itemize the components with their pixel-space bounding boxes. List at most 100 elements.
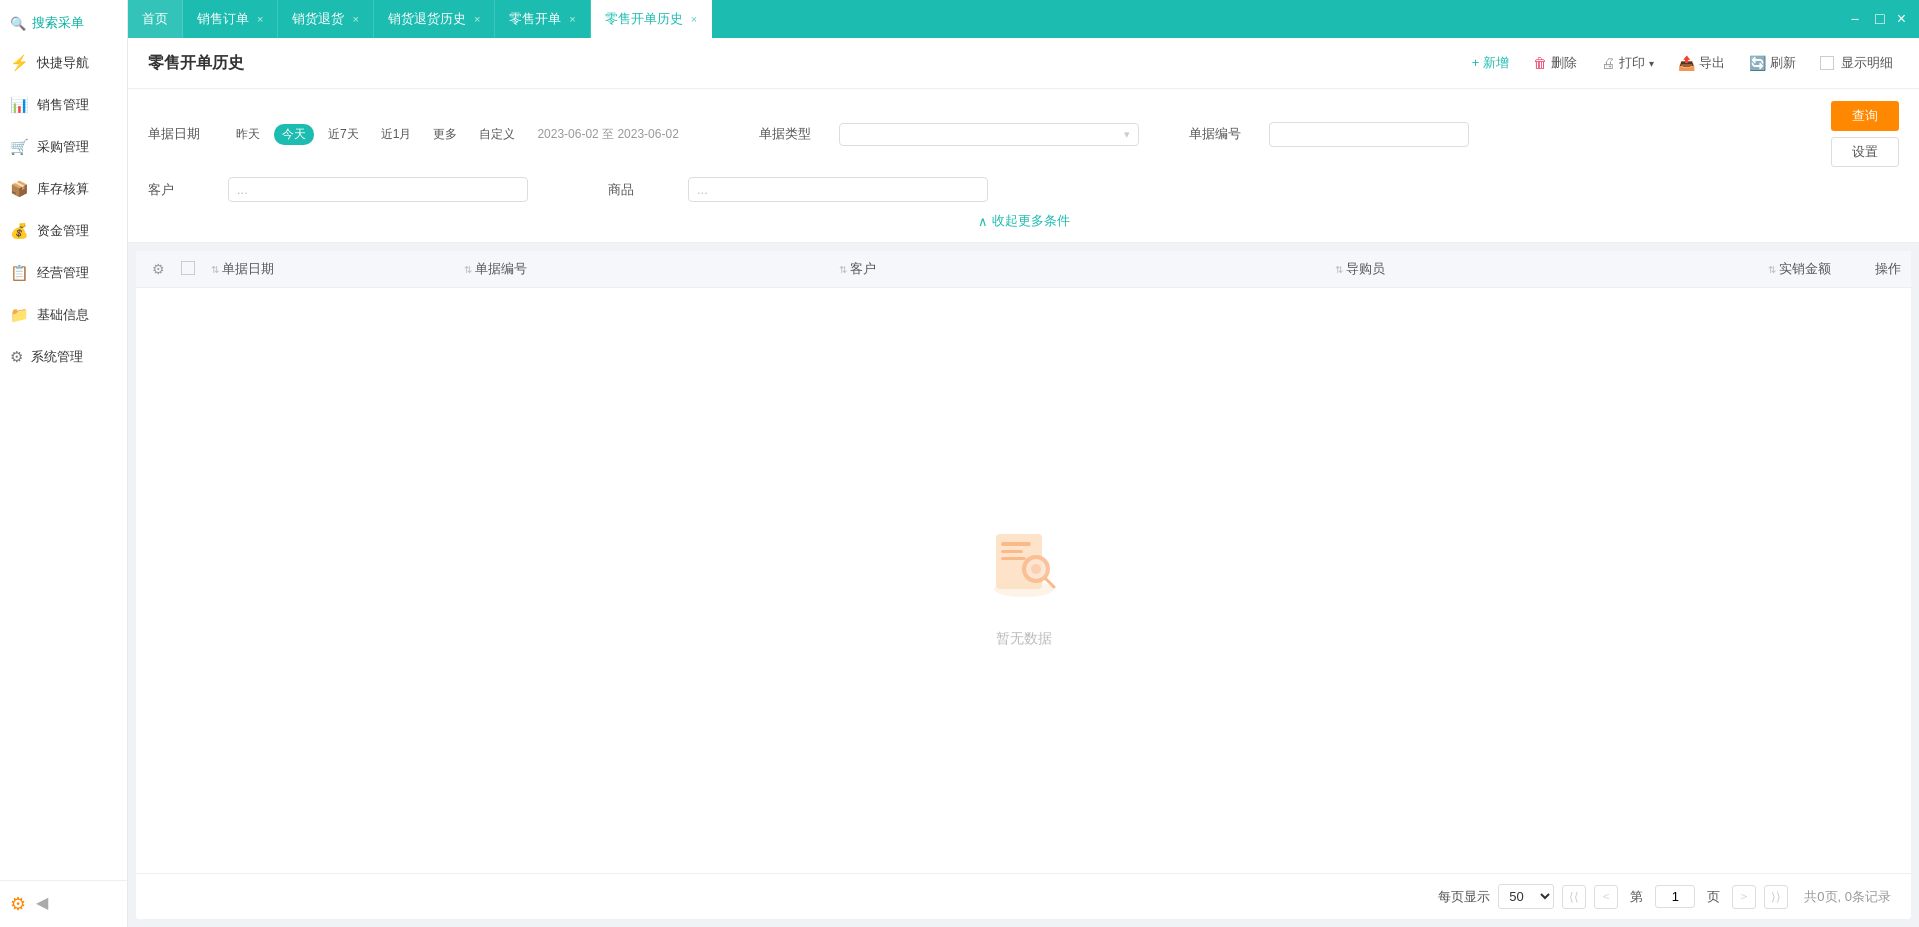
empty-text: 暂无数据 (996, 630, 1052, 648)
checkbox-icon (1820, 56, 1834, 70)
export-label: 导出 (1699, 54, 1725, 72)
order-type-label: 单据类型 (759, 125, 819, 143)
col-header-guide[interactable]: ⇅ 导购员 (1335, 260, 1578, 278)
last-page-button[interactable]: ⟩⟩ (1764, 885, 1788, 909)
page-size-select[interactable]: 50 100 200 (1498, 884, 1554, 909)
col-header-num[interactable]: ⇅ 单据编号 (464, 260, 829, 278)
print-icon: 🖨 (1601, 55, 1615, 71)
query-button[interactable]: 查询 (1831, 101, 1899, 131)
sidebar-item-inventory[interactable]: 📦 库存核算 (0, 168, 127, 210)
table-gear-button[interactable]: ⚙ (146, 259, 171, 279)
page-unit: 页 (1707, 888, 1720, 906)
col-header-date[interactable]: ⇅ 单据日期 (211, 260, 454, 278)
sidebar-item-quick-nav[interactable]: ⚡ 快捷导航 (0, 42, 127, 84)
main-area: 首页 销售订单 × 销货退货 × 销货退货历史 × 零售开单 × 零售开单历史 … (128, 0, 1919, 927)
tab-sales-return-history-close[interactable]: × (474, 13, 480, 25)
col-action-label: 操作 (1875, 260, 1901, 278)
print-label: 打印 (1619, 54, 1645, 72)
filter-area: 单据日期 昨天 今天 近7天 近1月 更多 自定义 2023-06-02 至 2… (128, 89, 1919, 243)
select-all-checkbox[interactable] (181, 261, 201, 278)
sidebar-item-sales[interactable]: 📊 销售管理 (0, 84, 127, 126)
tab-sales-order-close[interactable]: × (257, 13, 263, 25)
svg-rect-3 (1001, 550, 1023, 553)
goods-input[interactable]: ... (688, 177, 988, 202)
sidebar-search[interactable]: 🔍 搜索采单 (0, 0, 127, 42)
sidebar-settings-icon[interactable]: ⚙ (10, 893, 26, 915)
col-sort-icon: ⇅ (1768, 264, 1776, 275)
date-pill-yesterday[interactable]: 昨天 (228, 124, 268, 145)
finance-icon: 💰 (10, 222, 29, 240)
collapse-button[interactable]: ∧ 收起更多条件 (978, 212, 1070, 230)
delete-button[interactable]: 🗑 删除 (1527, 50, 1583, 76)
page-input[interactable] (1655, 885, 1695, 908)
print-button[interactable]: 🖨 打印 ▾ (1595, 50, 1660, 76)
prev-page-button[interactable]: ＜ (1594, 885, 1618, 909)
date-pill-week[interactable]: 近7天 (320, 124, 367, 145)
inventory-icon: 📦 (10, 180, 29, 198)
svg-rect-2 (1001, 542, 1031, 546)
delete-label: 删除 (1551, 54, 1577, 72)
sidebar-item-label: 销售管理 (37, 96, 89, 114)
col-guide-label: 导购员 (1346, 260, 1385, 278)
collapse-label: 收起更多条件 (992, 212, 1070, 230)
order-type-select[interactable]: ▾ (839, 123, 1139, 146)
tab-home[interactable]: 首页 (128, 0, 183, 38)
next-page-button[interactable]: ＞ (1732, 885, 1756, 909)
goods-label: 商品 (608, 181, 668, 199)
add-button[interactable]: + 新增 (1466, 50, 1515, 76)
pagination: 每页显示 50 100 200 ⟨⟨ ＜ 第 页 ＞ ⟩⟩ 共0页, 0条记录 (136, 873, 1911, 919)
col-header-amount[interactable]: ⇅ 实销金额 (1588, 260, 1831, 278)
page-size-label: 每页显示 (1438, 888, 1490, 906)
sidebar-item-finance[interactable]: 💰 资金管理 (0, 210, 127, 252)
table-header: ⚙ ⇅ 单据日期 ⇅ 单据编号 ⇅ 客户 ⇅ 导购员 (136, 251, 1911, 288)
operations-icon: 📋 (10, 264, 29, 282)
purchase-icon: 🛒 (10, 138, 29, 156)
sidebar-collapse-icon[interactable]: ◀ (36, 893, 48, 915)
col-amount-label: 实销金额 (1779, 260, 1831, 278)
total-info: 共0页, 0条记录 (1804, 888, 1891, 906)
display-label: 显示明细 (1841, 54, 1893, 72)
restore-btn[interactable]: □ (1870, 10, 1890, 28)
sidebar-item-purchase[interactable]: 🛒 采购管理 (0, 126, 127, 168)
sidebar-item-basic-info[interactable]: 📁 基础信息 (0, 294, 127, 336)
first-page-button[interactable]: ⟨⟨ (1562, 885, 1586, 909)
order-num-input[interactable] (1269, 122, 1469, 147)
date-pill-today[interactable]: 今天 (274, 124, 314, 145)
col-num-label: 单据编号 (475, 260, 527, 278)
export-button[interactable]: 📤 导出 (1672, 50, 1731, 76)
checkbox-icon (181, 261, 195, 275)
date-pill-more[interactable]: 更多 (425, 124, 465, 145)
minimize-btn[interactable]: － (1842, 9, 1868, 30)
tab-sales-return-close[interactable]: × (352, 13, 358, 25)
tab-sales-return[interactable]: 销货退货 × (278, 0, 373, 38)
settings-button[interactable]: 设置 (1831, 137, 1899, 167)
date-pill-custom[interactable]: 自定义 (471, 124, 523, 145)
col-date-label: 单据日期 (222, 260, 274, 278)
dropdown-icon: ▾ (1124, 128, 1130, 141)
display-detail-button[interactable]: 显示明细 (1814, 50, 1899, 76)
filter-row-2: 客户 ... 商品 ... (148, 177, 1899, 202)
window-controls: － □ × (1842, 9, 1919, 30)
filter-row-1: 单据日期 昨天 今天 近7天 近1月 更多 自定义 2023-06-02 至 2… (148, 101, 1899, 167)
sidebar-item-operations[interactable]: 📋 经营管理 (0, 252, 127, 294)
customer-placeholder: ... (237, 182, 248, 197)
tab-sales-order[interactable]: 销售订单 × (183, 0, 278, 38)
tab-retail-history[interactable]: 零售开单历史 × (591, 0, 712, 38)
tab-retail-history-close[interactable]: × (691, 13, 697, 25)
collapse-icon: ∧ (978, 214, 988, 229)
delete-icon: 🗑 (1533, 55, 1547, 71)
customer-input[interactable]: ... (228, 177, 528, 202)
goods-placeholder: ... (697, 182, 708, 197)
col-header-customer[interactable]: ⇅ 客户 (839, 260, 1325, 278)
page-title: 零售开单历史 (148, 53, 244, 74)
tab-sales-return-history[interactable]: 销货退货历史 × (374, 0, 495, 38)
col-sort-icon: ⇅ (1335, 264, 1343, 275)
close-btn[interactable]: × (1892, 10, 1911, 28)
col-sort-icon: ⇅ (211, 264, 219, 275)
tab-retail-open[interactable]: 零售开单 × (495, 0, 590, 38)
refresh-button[interactable]: 🔄 刷新 (1743, 50, 1802, 76)
print-dropdown-icon: ▾ (1649, 58, 1654, 69)
date-pill-month[interactable]: 近1月 (373, 124, 420, 145)
sidebar-item-system[interactable]: ⚙ 系统管理 (0, 336, 127, 378)
tab-retail-open-close[interactable]: × (569, 13, 575, 25)
